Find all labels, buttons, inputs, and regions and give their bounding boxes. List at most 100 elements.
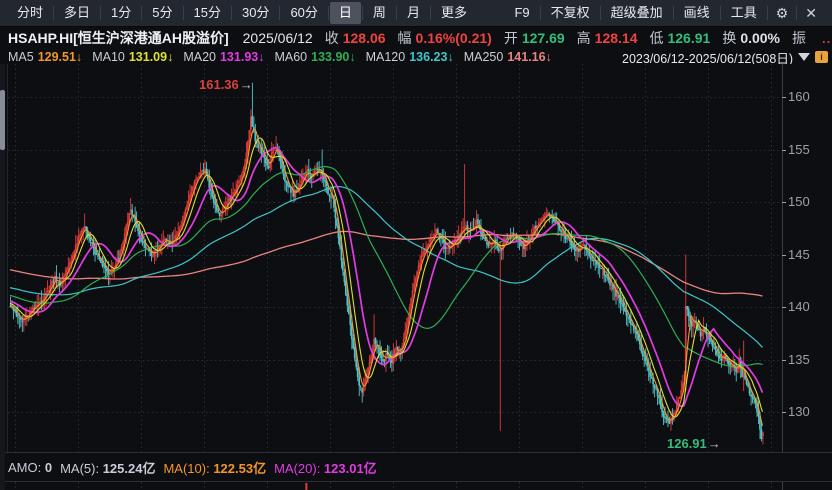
quote-field-value: 128.06 — [343, 30, 386, 46]
period-tab-多日[interactable]: 多日 — [55, 2, 99, 24]
toolbar-button-工具[interactable]: 工具 — [722, 2, 766, 24]
toolbar: 分时多日1分5分15分30分60分日周月更多 F9不复权超级叠加画线工具⚙✕ — [0, 0, 832, 27]
amo-value: 125.24亿 — [103, 461, 156, 476]
quote-field-高: 高128.14 — [577, 28, 638, 48]
chevron-down-icon[interactable] — [798, 53, 810, 61]
separator — [183, 6, 184, 20]
separator — [720, 6, 721, 20]
ma-label: MA60 — [274, 50, 307, 64]
period-tab-5分[interactable]: 5分 — [143, 2, 181, 24]
quote-row: HSAHP.HI[恒生沪深港通AH股溢价] 2025/06/12 收128.06… — [0, 27, 832, 49]
ma-header-MA120: MA120136.23↓ — [366, 50, 454, 64]
separator — [673, 6, 674, 20]
orange-badge-icon[interactable]: i — [815, 51, 828, 63]
separator — [231, 6, 232, 20]
quote-field-label: 振 — [792, 30, 806, 46]
amo-MA20: MA(20): 123.01亿 — [274, 458, 377, 477]
arrow-right-icon: → — [240, 77, 253, 92]
period-tab-60分[interactable]: 60分 — [281, 2, 326, 24]
close-icon[interactable]: ✕ — [798, 5, 824, 22]
separator — [767, 6, 768, 20]
quote-field-label: 高 — [577, 30, 591, 46]
quote-field-value: 126.91 — [667, 30, 710, 46]
ma-value: 131.93↓ — [220, 50, 264, 64]
gear-icon[interactable]: ⚙ — [769, 5, 796, 22]
period-tab-周[interactable]: 周 — [364, 2, 395, 24]
ma-label: MA120 — [366, 50, 406, 64]
amo-label: MA(5): — [60, 461, 103, 476]
quote-fields: 收128.06 幅0.16%(0.21) 开127.69 高128.14 低126.91… — [325, 28, 822, 48]
period-tab-30分[interactable]: 30分 — [233, 2, 278, 24]
separator — [100, 6, 101, 20]
price-chart-canvas[interactable] — [0, 64, 832, 490]
symbol-title: HSAHP.HI[恒生沪深港通AH股溢价] — [8, 28, 229, 48]
toolbar-button-F9[interactable]: F9 — [505, 2, 538, 24]
amo-value: 123.01亿 — [324, 461, 377, 476]
quote-field-value: 127.69 — [522, 30, 565, 46]
separator — [53, 6, 54, 20]
ma-values: MA5 129.51↓ MA10 131.09↓ MA20 131.93↓ MA60 133.… — [8, 50, 562, 64]
period-tab-1分[interactable]: 1分 — [102, 2, 140, 24]
amo-MA10: MA(10): 122.53亿 — [163, 458, 266, 477]
period-tab-更多[interactable]: 更多 — [432, 2, 476, 24]
ma-value: 129.51↓ — [38, 50, 82, 64]
separator — [279, 6, 280, 20]
toolbar-right: F9不复权超级叠加画线工具⚙✕ — [505, 0, 832, 26]
quote-field-label: 收 — [325, 30, 339, 46]
amo-label: MA(10): — [163, 461, 213, 476]
amo-label: AMO: — [8, 460, 45, 475]
amo-value: 0 — [45, 460, 52, 475]
quote-field-label: 换 — [722, 30, 736, 46]
period-tab-15分[interactable]: 15分 — [185, 2, 230, 24]
low-point-label: 126.91→ — [667, 436, 721, 451]
toolbar-button-超级叠加[interactable]: 超级叠加 — [602, 2, 672, 24]
ma-header-MA20: MA20 131.93↓ — [183, 50, 264, 64]
quote-field-value: 128.14 — [595, 30, 638, 46]
toolbar-button-画线[interactable]: 画线 — [675, 2, 719, 24]
ma-header-MA250: MA250141.16↓ — [464, 50, 552, 64]
amo-value: 122.53亿 — [213, 461, 266, 476]
arrow-right-icon: → — [708, 436, 721, 451]
period-tab-月[interactable]: 月 — [398, 2, 429, 24]
ma-header-MA10: MA10 131.09↓ — [92, 50, 173, 64]
quote-field-label: 低 — [649, 30, 663, 46]
separator — [328, 6, 329, 20]
ma-value: 136.23↓ — [409, 50, 453, 64]
ma-header-MA5: MA5 129.51↓ — [8, 50, 82, 64]
ma-label: MA20 — [183, 50, 216, 64]
quote-field-换: 换0.00% — [722, 28, 780, 48]
toolbar-button-不复权[interactable]: 不复权 — [542, 2, 599, 24]
amo-MA5: MA(5): 125.24亿 — [60, 458, 155, 477]
ma-value: 141.16↓ — [507, 50, 551, 64]
amo-AMO: AMO: 0 — [8, 460, 52, 475]
quote-field-value: 0.00% — [740, 30, 780, 46]
quote-field-label: 开 — [504, 30, 518, 46]
period-tab-日[interactable]: 日 — [330, 2, 361, 24]
period-tab-分时[interactable]: 分时 — [8, 2, 52, 24]
period-tabs: 分时多日1分5分15分30分60分日周月更多 — [0, 0, 476, 26]
separator — [396, 6, 397, 20]
ma-label: MA10 — [92, 50, 125, 64]
separator — [362, 6, 363, 20]
separator — [540, 6, 541, 20]
quote-field-收: 收128.06 — [325, 28, 386, 48]
ma-label: MA5 — [8, 50, 34, 64]
left-scrollbar-track[interactable] — [0, 64, 5, 490]
separator — [430, 6, 431, 20]
quote-field-振: 振 — [792, 28, 810, 48]
quote-field-低: 低126.91 — [649, 28, 710, 48]
ma-value: 133.90↓ — [311, 50, 355, 64]
separator — [600, 6, 601, 20]
stock-chart-window: 分时多日1分5分15分30分60分日周月更多 F9不复权超级叠加画线工具⚙✕ H… — [0, 0, 832, 490]
truncation-dots: ... — [822, 31, 832, 46]
left-scrollbar-thumb[interactable] — [0, 90, 5, 150]
ma-value: 131.09↓ — [129, 50, 173, 64]
amo-indicator-row: AMO: 0 MA(5): 125.24亿 MA(10): 122.53亿 MA(20… — [0, 452, 832, 481]
quote-date: 2025/06/12 — [243, 30, 313, 46]
quote-field-开: 开127.69 — [504, 28, 565, 48]
quote-field-幅: 幅0.16%(0.21) — [398, 28, 492, 48]
quote-field-label: 幅 — [398, 30, 412, 46]
ma-label: MA250 — [464, 50, 504, 64]
separator — [796, 6, 797, 20]
quote-field-value: 0.16%(0.21) — [416, 30, 492, 46]
